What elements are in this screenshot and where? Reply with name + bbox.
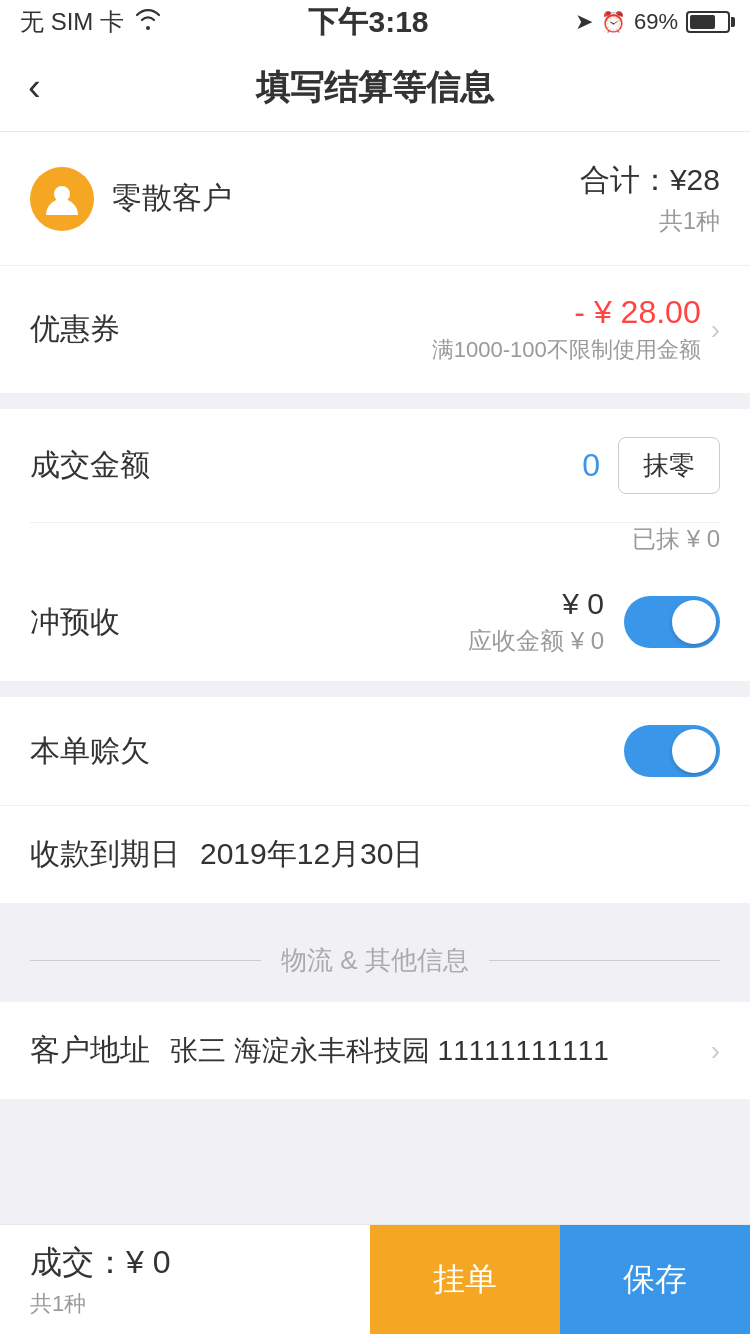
- deal-right: 0 抹零: [582, 437, 720, 494]
- customer-left: 零散客户: [30, 167, 232, 231]
- status-right: ➤ ⏰ 69%: [575, 9, 730, 35]
- alarm-icon: ⏰: [601, 10, 626, 34]
- customer-row: 零散客户 合计：¥28 共1种: [0, 132, 750, 265]
- page-title: 填写结算等信息: [256, 65, 494, 111]
- address-value: 张三 海淀永丰科技园 11111111111: [170, 1032, 711, 1070]
- address-label: 客户地址: [30, 1030, 150, 1071]
- due-date-value: 2019年12月30日: [200, 834, 423, 875]
- address-row[interactable]: 客户地址 张三 海淀永丰科技园 11111111111 ›: [0, 1002, 750, 1099]
- precollect-amount: ¥ 0: [468, 587, 604, 621]
- debt-toggle-knob: [672, 729, 716, 773]
- chevron-right-icon: ›: [711, 314, 720, 346]
- status-time: 下午3:18: [308, 2, 428, 43]
- precollect-row: 冲预收 ¥ 0 应收金额 ¥ 0: [30, 563, 720, 681]
- back-button[interactable]: ‹: [28, 66, 41, 109]
- precollect-right: ¥ 0 应收金额 ¥ 0: [468, 587, 720, 657]
- customer-section: 零散客户 合计：¥28 共1种 优惠券 - ¥ 28.00 满1000-100不…: [0, 132, 750, 393]
- bottom-count: 共1种: [30, 1289, 340, 1319]
- deal-amount-label: 成交金额: [30, 445, 150, 486]
- wifi-icon: [134, 8, 162, 36]
- bottom-deal-label: 成交：: [30, 1244, 126, 1280]
- precollect-sub: 应收金额 ¥ 0: [468, 625, 604, 657]
- content: 零散客户 合计：¥28 共1种 优惠券 - ¥ 28.00 满1000-100不…: [0, 132, 750, 1219]
- round-zero-button[interactable]: 抹零: [618, 437, 720, 494]
- nav-bar: ‹ 填写结算等信息: [0, 44, 750, 132]
- avatar: [30, 167, 94, 231]
- address-chevron-icon: ›: [711, 1035, 720, 1067]
- bottom-deal-row: 成交：¥ 0: [30, 1241, 340, 1285]
- toggle-knob: [672, 600, 716, 644]
- bottom-summary: 成交：¥ 0 共1种: [0, 1241, 370, 1319]
- precollect-info: ¥ 0 应收金额 ¥ 0: [468, 587, 604, 657]
- deal-amount-row: 成交金额 0 抹零: [30, 409, 720, 523]
- logistics-text: 物流 & 其他信息: [281, 943, 469, 978]
- deal-amount-value: 0: [582, 447, 600, 484]
- deal-sub-text: 已抹 ¥ 0: [30, 523, 720, 563]
- location-icon: ➤: [575, 9, 593, 35]
- total-count: 共1种: [580, 205, 720, 237]
- coupon-discount: - ¥ 28.00: [432, 294, 701, 331]
- coupon-label: 优惠券: [30, 309, 120, 350]
- total-amount: 合计：¥28: [580, 160, 720, 201]
- coupon-desc: 满1000-100不限制使用金额: [432, 335, 701, 365]
- coupon-info: - ¥ 28.00 满1000-100不限制使用金额: [432, 294, 701, 365]
- bottom-bar: 成交：¥ 0 共1种 挂单 保存: [0, 1224, 750, 1334]
- bottom-deal-amount: ¥ 0: [126, 1244, 170, 1280]
- logistics-line-left: [30, 960, 261, 961]
- customer-right: 合计：¥28 共1种: [580, 160, 720, 237]
- battery-percent: 69%: [634, 9, 678, 35]
- status-bar: 无 SIM 卡 下午3:18 ➤ ⏰ 69%: [0, 0, 750, 44]
- debt-section: 本单赊欠: [0, 697, 750, 805]
- customer-name: 零散客户: [112, 178, 232, 219]
- status-left: 无 SIM 卡: [20, 6, 162, 38]
- battery-icon: [686, 11, 730, 33]
- no-sim-label: 无 SIM 卡: [20, 6, 124, 38]
- logistics-line-right: [489, 960, 720, 961]
- debt-wrapper: 本单赊欠 收款到期日 2019年12月30日: [0, 697, 750, 903]
- logistics-section: 物流 & 其他信息: [0, 919, 750, 1002]
- coupon-right: - ¥ 28.00 满1000-100不限制使用金额 ›: [432, 294, 720, 365]
- debt-label: 本单赊欠: [30, 731, 150, 772]
- coupon-row[interactable]: 优惠券 - ¥ 28.00 满1000-100不限制使用金额 ›: [0, 265, 750, 393]
- due-date-row: 收款到期日 2019年12月30日: [0, 805, 750, 903]
- hang-button[interactable]: 挂单: [370, 1225, 560, 1335]
- precollect-label: 冲预收: [30, 602, 120, 643]
- due-date-label: 收款到期日: [30, 834, 180, 875]
- save-button[interactable]: 保存: [560, 1225, 750, 1335]
- precollect-toggle[interactable]: [624, 596, 720, 648]
- deal-section: 成交金额 0 抹零 已抹 ¥ 0 冲预收 ¥ 0 应收金额 ¥ 0: [0, 409, 750, 681]
- debt-toggle[interactable]: [624, 725, 720, 777]
